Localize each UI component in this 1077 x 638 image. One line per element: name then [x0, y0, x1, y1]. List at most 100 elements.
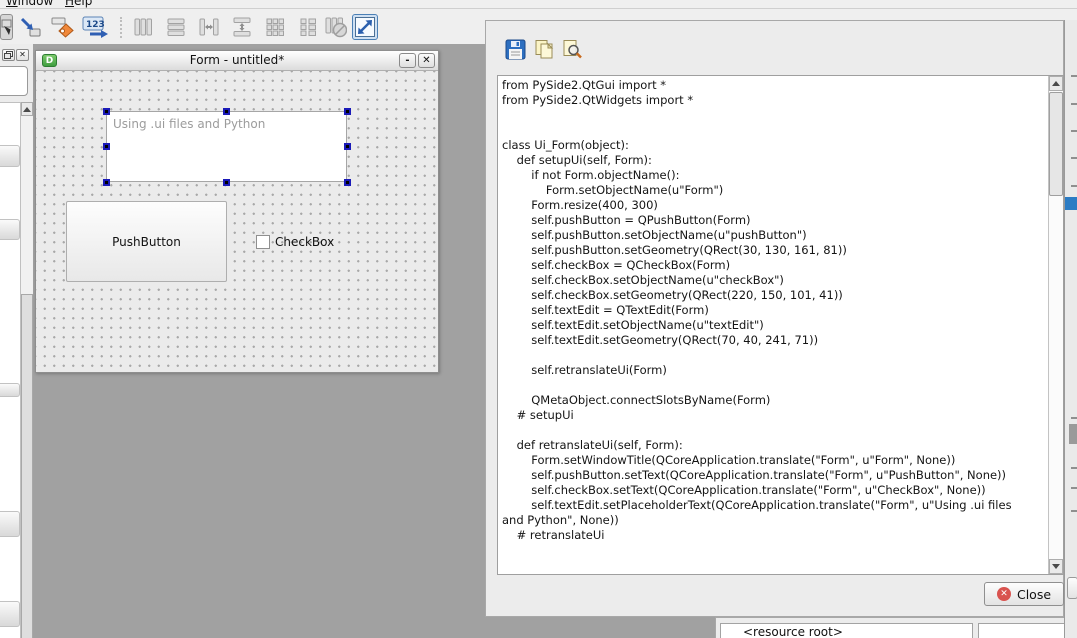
menu-bar: Window Help — [0, 0, 1077, 9]
selection-handle[interactable] — [103, 108, 110, 115]
layout-splitter-horizontal-button[interactable] — [196, 14, 222, 40]
dock-close-button[interactable]: ✕ — [16, 49, 29, 61]
form-titlebar[interactable]: D Form - untitled* - ✕ — [36, 51, 438, 71]
pushbutton-widget[interactable]: PushButton — [66, 201, 227, 282]
window-fragment — [1071, 103, 1077, 105]
widget-category-row[interactable] — [0, 511, 20, 537]
form-window-title: Form - untitled* — [36, 53, 438, 67]
selection-handle[interactable] — [344, 179, 351, 186]
layout-grid-icon — [263, 15, 287, 39]
layout-grid-button[interactable] — [262, 14, 288, 40]
selection-handle[interactable] — [223, 179, 230, 186]
selection-handle[interactable] — [344, 108, 351, 115]
checkbox-widget[interactable]: CheckBox — [256, 221, 357, 262]
svg-text:123: 123 — [86, 20, 105, 30]
edit-buddies-icon — [51, 15, 75, 39]
save-icon — [505, 39, 526, 60]
widget-category-row[interactable] — [0, 383, 20, 397]
generated-code[interactable]: from PySide2.QtGui import * from PySide2… — [502, 78, 1046, 573]
find-icon — [562, 39, 583, 60]
selection-handle[interactable] — [344, 143, 351, 150]
form-window: D Form - untitled* - ✕ Using .ui files a… — [35, 50, 439, 373]
arrow-up-icon — [23, 107, 31, 112]
edit-signals-slots-button[interactable] — [17, 14, 43, 40]
layout-form-button[interactable] — [295, 14, 321, 40]
widget-box-list[interactable] — [0, 102, 20, 638]
window-fragment — [1067, 577, 1077, 599]
window-fragment — [1071, 185, 1077, 187]
break-layout-button[interactable] — [322, 14, 348, 40]
find-button[interactable] — [560, 37, 584, 61]
resource-window: <resource root> — [715, 617, 1077, 638]
float-icon — [4, 51, 13, 59]
code-view[interactable]: from PySide2.QtGui import * from PySide2… — [497, 75, 1064, 575]
layout-vertical-icon — [164, 15, 188, 39]
minimize-button[interactable]: - — [399, 53, 416, 68]
edit-widgets-icon — [1, 16, 12, 38]
widget-box-scrollbar[interactable] — [20, 102, 33, 638]
dock-float-button[interactable] — [2, 49, 15, 61]
widget-category-row[interactable] — [0, 145, 20, 167]
layout-horizontal-icon — [131, 15, 155, 39]
menu-item-help[interactable]: Help — [65, 0, 92, 8]
pushbutton-label: PushButton — [112, 235, 181, 249]
adjust-size-button[interactable] — [352, 14, 378, 40]
window-fragment — [1069, 424, 1077, 444]
window-fragment — [1071, 417, 1077, 419]
layout-form-icon — [296, 15, 320, 39]
resource-files-panel[interactable] — [978, 623, 1077, 638]
edit-tab-order-button[interactable]: 123 — [81, 14, 111, 40]
scroll-down-button[interactable] — [1049, 559, 1063, 574]
scrollbar-thumb[interactable] — [21, 294, 33, 638]
menu-item-window[interactable]: Window — [6, 0, 53, 8]
edit-buddies-button[interactable] — [50, 14, 76, 40]
break-layout-icon — [323, 15, 347, 39]
edit-widgets-button[interactable] — [0, 14, 13, 40]
edit-signals-slots-icon — [18, 15, 42, 39]
close-button-label: Close — [1017, 587, 1051, 602]
resource-root-label: <resource root> — [743, 625, 843, 638]
close-button[interactable]: ✕ — [418, 53, 435, 68]
save-button[interactable] — [503, 37, 527, 61]
adjust-size-icon — [353, 15, 377, 39]
window-fragment — [1065, 197, 1077, 210]
code-scrollbar[interactable] — [1048, 76, 1063, 574]
qt-designer-screen: Window Help 123 — [0, 0, 1077, 638]
selection-handle[interactable] — [103, 143, 110, 150]
layout-horizontal-button[interactable] — [130, 14, 156, 40]
layout-splitter-horizontal-icon — [197, 15, 221, 39]
selection-handle[interactable] — [103, 179, 110, 186]
copy-button[interactable] — [532, 37, 556, 61]
window-fragment — [1071, 130, 1077, 132]
arrow-up-icon — [1052, 81, 1060, 86]
scroll-up-button[interactable] — [21, 102, 33, 116]
toolbar-separator — [120, 17, 122, 38]
code-preview-dialog: from PySide2.QtGui import * from PySide2… — [485, 20, 1064, 617]
close-icon: ✕ — [19, 51, 26, 59]
checkbox-label: CheckBox — [275, 235, 334, 249]
scrollbar-thumb[interactable] — [1049, 92, 1063, 196]
edit-tab-order-icon: 123 — [82, 15, 110, 39]
checkbox-indicator[interactable] — [256, 235, 270, 249]
window-fragment — [1071, 75, 1077, 77]
arrow-down-icon — [1052, 564, 1060, 569]
dialog-close-button[interactable]: ✕ Close — [984, 582, 1064, 606]
layout-splitter-vertical-icon — [230, 15, 254, 39]
right-edge-window-fragment — [1064, 20, 1077, 638]
widget-category-row[interactable] — [0, 219, 20, 240]
textedit-placeholder: Using .ui files and Python — [113, 117, 265, 131]
form-canvas[interactable]: Using .ui files and Python PushButton Ch… — [36, 71, 438, 372]
close-icon: ✕ — [997, 587, 1011, 601]
copy-icon — [534, 39, 555, 60]
layout-splitter-vertical-button[interactable] — [229, 14, 255, 40]
widget-filter-input[interactable] — [0, 66, 28, 96]
layout-vertical-button[interactable] — [163, 14, 189, 40]
textedit-widget[interactable]: Using .ui files and Python — [106, 111, 347, 182]
widget-category-row[interactable] — [0, 601, 20, 627]
scroll-up-button[interactable] — [1049, 76, 1063, 91]
selection-handle[interactable] — [223, 108, 230, 115]
window-fragment — [1071, 157, 1077, 159]
window-fragment — [1071, 487, 1077, 489]
widget-box-dock: ✕ — [0, 44, 33, 638]
window-fragment — [1071, 510, 1077, 512]
